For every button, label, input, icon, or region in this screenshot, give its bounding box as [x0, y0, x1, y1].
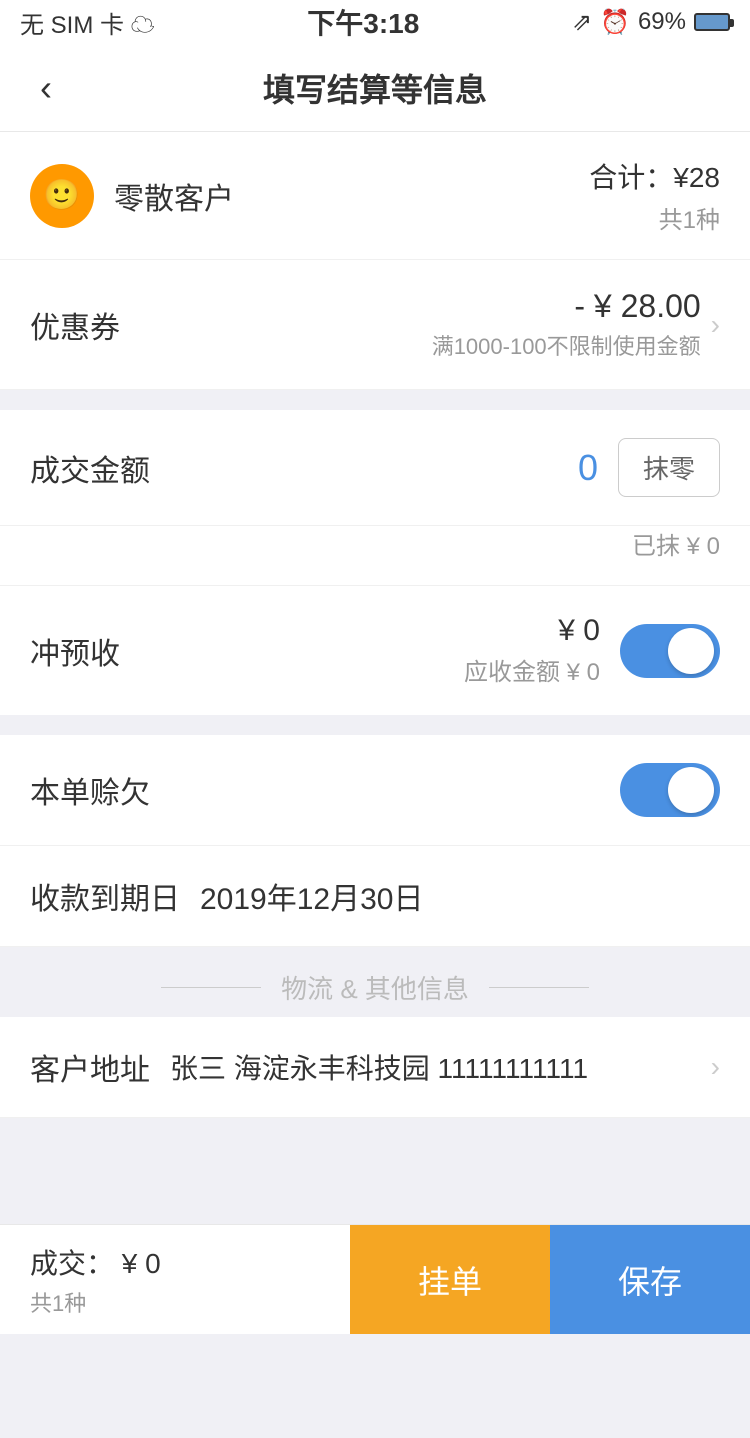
status-time: 下午3:18: [307, 2, 419, 42]
coupon-row[interactable]: 优惠券 - ¥ 28.00 满1000-100不限制使用金额 ›: [0, 260, 750, 390]
credit-section: 本单赊欠 收款到期日 2019年12月30日: [0, 735, 750, 947]
coupon-label: 优惠券: [30, 303, 120, 347]
precollect-toggle[interactable]: [620, 624, 720, 678]
deal-section: 成交金额 0 抹零 已抹 ¥ 0 冲预收 ¥ 0 应收金额 ¥ 0: [0, 410, 750, 715]
address-section: 客户地址 张三 海淀永丰科技园 11111111111 ›: [0, 1017, 750, 1118]
avatar: 🙂: [30, 164, 94, 228]
precollect-amount: ¥ 0: [464, 614, 600, 648]
customer-section: 🙂 零散客户 合计：¥28 共1种 优惠券 - ¥ 28.00 满1000-10…: [0, 132, 750, 390]
bottom-bar: 成交： ¥ 0 共1种 挂单 保存: [0, 1224, 750, 1334]
deal-amount-value: 0: [578, 447, 598, 489]
status-bar: 无 SIM 卡 ☁ 下午3:18 ⇗ ⏰ 69%: [0, 0, 750, 44]
precollect-sub: 应收金额 ¥ 0: [464, 652, 600, 687]
bottom-count: 共1种: [30, 1286, 320, 1318]
save-button[interactable]: 保存: [550, 1225, 750, 1334]
logistics-divider: 物流 & 其他信息: [0, 957, 750, 1017]
precollect-right: ¥ 0 应收金额 ¥ 0: [464, 614, 720, 687]
logistics-label: 物流 & 其他信息: [161, 969, 589, 1006]
coupon-info: - ¥ 28.00 满1000-100不限制使用金额: [432, 288, 701, 361]
section-divider-1: [0, 390, 750, 410]
customer-total: 合计：¥28: [589, 156, 720, 196]
avatar-icon: 🙂: [43, 178, 80, 213]
due-date-row: 收款到期日 2019年12月30日: [0, 845, 750, 947]
page-title: 填写结算等信息: [263, 65, 487, 111]
section-divider-2: [0, 715, 750, 735]
status-right: ⇗ ⏰ 69%: [572, 8, 730, 37]
credit-toggle-knob: [668, 767, 714, 813]
sim-status: 无 SIM 卡 ☁: [20, 5, 155, 40]
deal-amount-row: 成交金额 0 抹零: [0, 410, 750, 526]
due-date-label: 收款到期日: [30, 874, 180, 918]
address-row[interactable]: 客户地址 张三 海淀永丰科技园 11111111111 ›: [0, 1017, 750, 1118]
deal-right: 0 抹零: [578, 438, 720, 497]
deal-sub-text: 已抹 ¥ 0: [0, 526, 750, 586]
credit-row: 本单赊欠: [0, 735, 750, 845]
precollect-info: ¥ 0 应收金额 ¥ 0: [464, 614, 600, 687]
precollect-row: 冲预收 ¥ 0 应收金额 ¥ 0: [0, 586, 750, 715]
round-off-button[interactable]: 抹零: [618, 438, 720, 497]
bottom-info: 成交： ¥ 0 共1种: [0, 1225, 350, 1334]
customer-right: 合计：¥28 共1种: [589, 156, 720, 235]
bottom-deal-amount: 成交： ¥ 0: [30, 1242, 320, 1282]
credit-toggle[interactable]: [620, 763, 720, 817]
section-divider-3: [0, 947, 750, 957]
bottom-deal-label: 成交：: [30, 1248, 114, 1279]
address-chevron-icon: ›: [711, 1051, 720, 1083]
back-button[interactable]: ‹: [30, 57, 62, 119]
location-icon: ⇗: [572, 8, 592, 37]
coupon-amount: - ¥ 28.00: [432, 288, 701, 325]
nav-bar: ‹ 填写结算等信息: [0, 44, 750, 132]
customer-name: 零散客户: [114, 174, 234, 218]
hold-button[interactable]: 挂单: [350, 1225, 550, 1334]
battery-icon: [694, 13, 730, 31]
battery-label: 69%: [638, 8, 686, 36]
status-left: 无 SIM 卡 ☁: [20, 5, 155, 40]
bottom-deal-value: ¥ 0: [122, 1248, 161, 1279]
address-value: 张三 海淀永丰科技园 11111111111: [170, 1047, 711, 1087]
chevron-right-icon: ›: [711, 309, 720, 341]
precollect-label: 冲预收: [30, 629, 120, 673]
customer-count: 共1种: [589, 200, 720, 235]
due-date-value: 2019年12月30日: [200, 874, 423, 918]
alarm-icon: ⏰: [600, 8, 630, 37]
toggle-knob: [668, 628, 714, 674]
customer-left: 🙂 零散客户: [30, 164, 234, 228]
customer-row[interactable]: 🙂 零散客户 合计：¥28 共1种: [0, 132, 750, 260]
due-date-content: 收款到期日 2019年12月30日: [30, 874, 720, 918]
address-label: 客户地址: [30, 1045, 150, 1089]
credit-label: 本单赊欠: [30, 768, 150, 812]
coupon-desc: 满1000-100不限制使用金额: [432, 329, 701, 361]
deal-amount-label: 成交金额: [30, 446, 150, 490]
coupon-right: - ¥ 28.00 满1000-100不限制使用金额 ›: [432, 288, 720, 361]
